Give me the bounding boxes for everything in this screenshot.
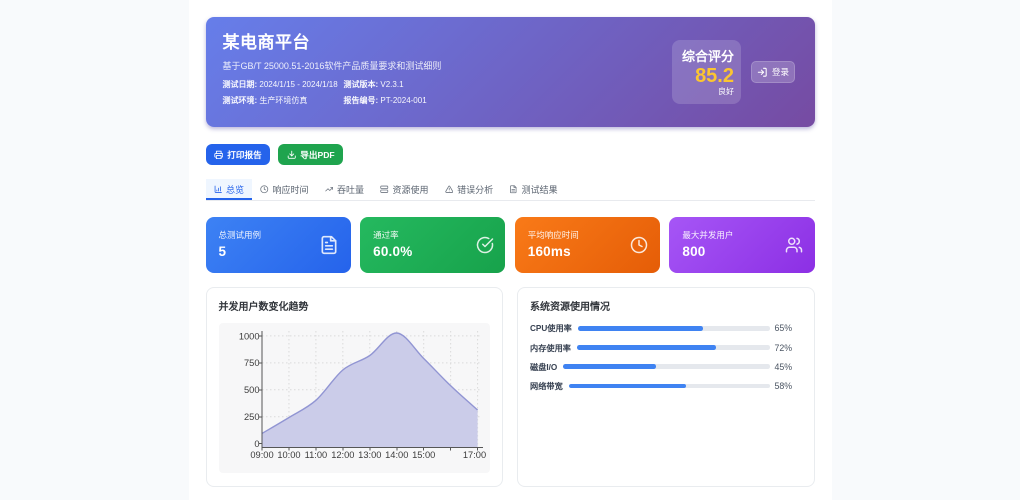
svg-text:500: 500 <box>243 386 259 396</box>
svg-text:0: 0 <box>254 439 259 449</box>
svg-text:10:00: 10:00 <box>277 450 300 460</box>
svg-text:11:00: 11:00 <box>304 450 327 460</box>
svg-text:250: 250 <box>243 412 259 422</box>
svg-text:13:00: 13:00 <box>358 450 381 460</box>
svg-text:09:00: 09:00 <box>250 450 273 460</box>
svg-text:17:00: 17:00 <box>462 450 485 460</box>
svg-text:1000: 1000 <box>238 332 259 342</box>
svg-text:14:00: 14:00 <box>385 450 408 460</box>
svg-text:750: 750 <box>243 359 259 369</box>
svg-text:12:00: 12:00 <box>331 450 354 460</box>
svg-text:15:00: 15:00 <box>412 450 435 460</box>
